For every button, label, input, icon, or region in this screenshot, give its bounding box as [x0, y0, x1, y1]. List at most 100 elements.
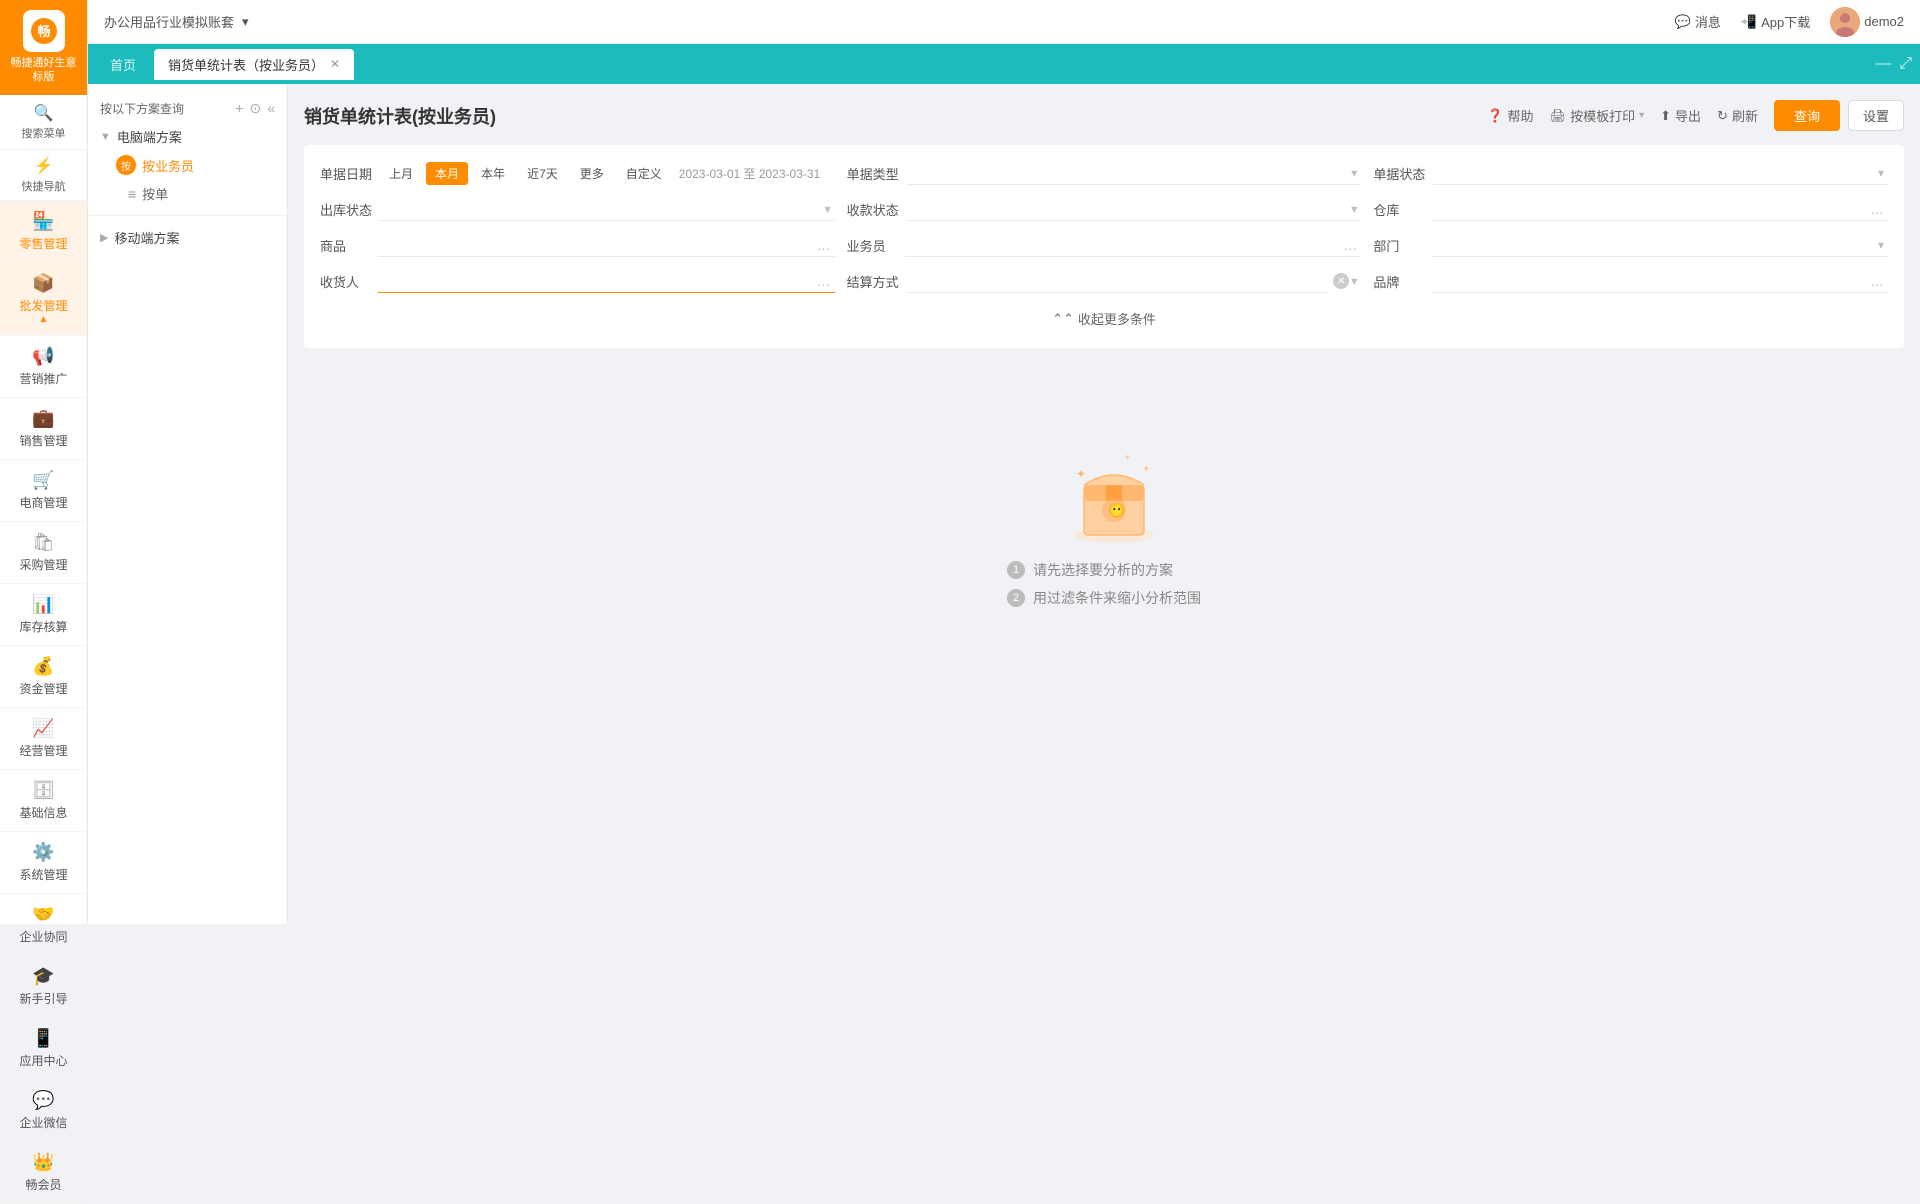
- ecommerce-icon: 🛒: [32, 470, 54, 491]
- warehouse-input[interactable]: [1431, 197, 1888, 221]
- sidebar-item-operations[interactable]: 📈 经营管理: [0, 708, 87, 770]
- sidebar-item-basic-label: 基础信息: [19, 804, 67, 821]
- tree-node-desktop[interactable]: ▼ 电脑端方案: [88, 123, 287, 150]
- tab-home[interactable]: 首页: [96, 49, 150, 80]
- recipient-input[interactable]: [378, 269, 835, 293]
- scheme-settings-btn[interactable]: ⊙: [249, 100, 261, 117]
- tree-node-mobile[interactable]: ▶ 移动端方案: [88, 224, 287, 251]
- warehouse-more-icon[interactable]: …: [1870, 201, 1884, 217]
- refresh-btn[interactable]: ↻ 刷新: [1717, 106, 1758, 125]
- sidebar-item-member-label: 畅会员: [25, 1176, 61, 1193]
- sidebar-item-basic[interactable]: 🗄 基础信息: [0, 770, 87, 832]
- export-btn[interactable]: ⬆ 导出: [1660, 106, 1701, 125]
- sidebar-item-purchase[interactable]: 🛍 采购管理: [0, 522, 87, 584]
- sidebar-item-appstore[interactable]: 📱 应用中心: [0, 1018, 87, 1080]
- search-menu-item[interactable]: 🔍 搜索菜单: [0, 95, 87, 150]
- sidebar-item-marketing[interactable]: 📢 营销推广: [0, 336, 87, 398]
- app-download-action[interactable]: 📲 App下载: [1741, 12, 1810, 31]
- message-action[interactable]: 💬 消息: [1675, 12, 1721, 31]
- sidebar-item-inventory[interactable]: 📊 库存核算: [0, 584, 87, 646]
- settings-btn[interactable]: 设置: [1848, 100, 1904, 131]
- quick-nav-item[interactable]: ⚡ 快捷导航: [0, 150, 87, 201]
- out-status-label: 出库状态: [320, 200, 372, 219]
- top-actions-right: 查询 设置: [1774, 100, 1904, 131]
- recipient-label: 收货人: [320, 272, 370, 291]
- print-btn[interactable]: 🖨 按模板打印 ▾: [1550, 106, 1645, 125]
- sidebar-item-sales[interactable]: 💼 销售管理: [0, 398, 87, 460]
- brand-more-icon[interactable]: …: [1870, 273, 1884, 289]
- collapse-chevron-icon: ⌃⌃: [1052, 311, 1074, 327]
- goods-label: 商品: [320, 236, 370, 255]
- query-btn[interactable]: 查询: [1774, 100, 1840, 131]
- date-btn-this-year[interactable]: 本年: [472, 162, 514, 185]
- sidebar-item-enterprise[interactable]: 🤝 企业协同: [0, 894, 87, 956]
- topbar-right: 💬 消息 📲 App下载 demo2: [1675, 7, 1904, 37]
- tab-close-icon[interactable]: ✕: [330, 57, 340, 71]
- department-input[interactable]: [1431, 233, 1888, 257]
- filter-item-warehouse: 仓库 …: [1373, 197, 1888, 221]
- svg-text:✦: ✦: [1142, 464, 1150, 475]
- sidebar-item-retail-label: 零售管理: [19, 235, 67, 252]
- salesperson-more-icon[interactable]: …: [1343, 237, 1357, 253]
- filter-item-department: 部门 ▾: [1373, 233, 1888, 257]
- user-name: demo2: [1864, 14, 1904, 29]
- filter-row-2: 出库状态 ▾ 收款状态 ▾ 仓库: [320, 197, 1888, 221]
- tree-children-desktop: 按 按业务员 ≡ 按单: [88, 150, 287, 207]
- settlement-clear-btn[interactable]: ✕: [1333, 273, 1349, 289]
- sidebar-item-finance[interactable]: 💰 资金管理: [0, 646, 87, 708]
- tab-sales-stat[interactable]: 销货单统计表（按业务员） ✕: [154, 49, 354, 80]
- help-icon: ❓: [1487, 108, 1503, 124]
- sidebar-item-ecommerce[interactable]: 🛒 电商管理: [0, 460, 87, 522]
- tree-item-by-salesperson[interactable]: 按 按业务员: [116, 150, 287, 180]
- date-btn-custom[interactable]: 自定义: [617, 162, 671, 185]
- tree-chevron-desktop: ▼: [100, 131, 111, 143]
- user-profile[interactable]: demo2: [1830, 7, 1904, 37]
- topbar-title: 办公用品行业模拟账套: [104, 12, 234, 31]
- doc-type-control: ▾: [907, 161, 1362, 185]
- sidebar-item-purchase-label: 采购管理: [19, 556, 67, 573]
- date-btn-last-month[interactable]: 上月: [380, 162, 422, 185]
- settlement-input[interactable]: [907, 269, 1328, 293]
- date-btn-this-month[interactable]: 本月: [426, 162, 468, 185]
- sidebar-item-newbie-label: 新手引导: [19, 990, 67, 1007]
- doc-status-label: 单据状态: [1373, 164, 1425, 183]
- retail-icon: 🏪: [32, 211, 54, 232]
- topbar-dropdown[interactable]: ▾: [242, 14, 249, 30]
- date-btn-last7[interactable]: 近7天: [518, 162, 567, 185]
- doc-status-input[interactable]: [1433, 161, 1888, 185]
- sidebar-item-wholesale[interactable]: 📦 批发管理 ▲: [0, 263, 87, 336]
- tabbar-expand-btn[interactable]: ⤢: [1899, 55, 1912, 73]
- tabbar: 首页 销货单统计表（按业务员） ✕ — ⤢: [88, 44, 1920, 84]
- collapse-btn[interactable]: ⌃⌃ 收起更多条件: [320, 305, 1888, 332]
- collapse-label: 收起更多条件: [1078, 309, 1156, 328]
- corp-wechat-icon: 💬: [32, 1090, 54, 1111]
- app-logo[interactable]: 畅 畅捷通好生意 标版: [0, 0, 87, 95]
- salesperson-input[interactable]: [905, 233, 1362, 257]
- filter-row-3: 商品 … 业务员 … 部门: [320, 233, 1888, 257]
- out-status-control: ▾: [380, 197, 835, 221]
- add-scheme-btn[interactable]: +: [235, 100, 243, 117]
- out-status-input[interactable]: [380, 197, 835, 221]
- sidebar-item-system[interactable]: ⚙️ 系统管理: [0, 832, 87, 894]
- goods-input[interactable]: [378, 233, 835, 257]
- recipient-more-icon[interactable]: …: [817, 273, 831, 289]
- tabbar-minimize-btn[interactable]: —: [1875, 55, 1891, 73]
- settlement-control: ✕ ▾: [907, 269, 1362, 293]
- sidebar-item-appstore-label: 应用中心: [19, 1052, 67, 1069]
- sidebar-item-corp-wechat[interactable]: 💬 企业微信: [0, 1080, 87, 1142]
- empty-icon: ✦ ✦ ✦ 😶: [1054, 440, 1154, 540]
- tree-item-by-order[interactable]: ≡ 按单: [116, 180, 287, 207]
- doc-type-input[interactable]: [907, 161, 1362, 185]
- collapse-panel-btn[interactable]: «: [267, 100, 275, 117]
- help-btn[interactable]: ❓ 帮助: [1487, 106, 1533, 125]
- refresh-label: 刷新: [1732, 106, 1758, 125]
- sidebar-item-member[interactable]: 👑 畅会员: [0, 1142, 87, 1204]
- brand-input[interactable]: [1431, 269, 1888, 293]
- sidebar-item-retail[interactable]: 🏪 零售管理: [0, 201, 87, 263]
- right-panel: 销货单统计表(按业务员) ❓ 帮助 🖨 按模板打印 ▾ ⬆ 导出: [288, 84, 1920, 924]
- date-btn-more[interactable]: 更多: [571, 162, 613, 185]
- filter-row-1: 单据日期 上月 本月 本年 近7天 更多 自定义 2023-03-01 至 20…: [320, 161, 1888, 185]
- sidebar-item-newbie[interactable]: 🎓 新手引导: [0, 956, 87, 1018]
- receipt-status-input[interactable]: [907, 197, 1362, 221]
- goods-more-icon[interactable]: …: [817, 237, 831, 253]
